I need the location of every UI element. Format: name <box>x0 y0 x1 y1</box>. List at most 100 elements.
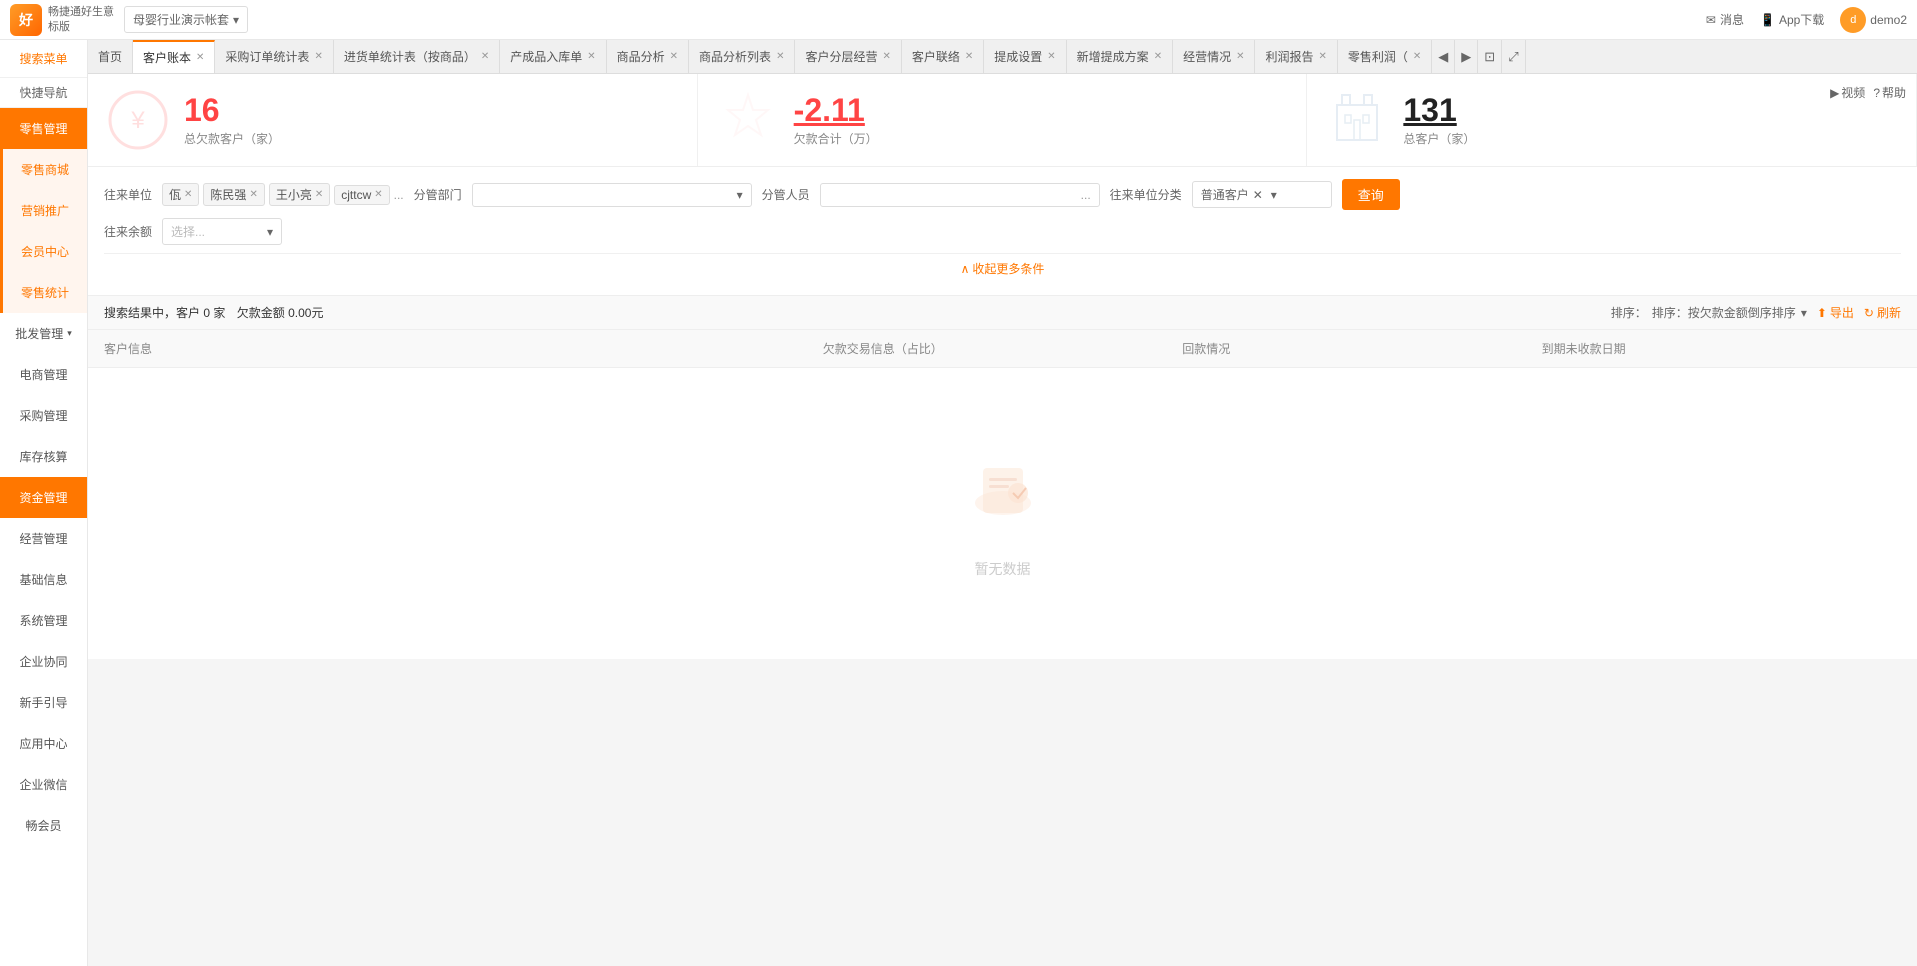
sidebar-item-app-center[interactable]: 应用中心 <box>0 723 87 764</box>
sidebar-item-inventory[interactable]: 库存核算 <box>0 436 87 477</box>
sidebar-item-marketing[interactable]: 营销推广 <box>0 190 87 231</box>
tab-production-in[interactable]: 产成品入库单 ✕ <box>500 40 606 74</box>
filter-tag-cjttcw-remove[interactable]: ✕ <box>374 189 382 200</box>
tab-restore[interactable]: ⊡ <box>1478 40 1502 74</box>
sidebar-item-new-guide[interactable]: 新手引导 <box>0 682 87 723</box>
export-btn[interactable]: ⬆ 导出 <box>1817 304 1854 321</box>
sort-btn[interactable]: 排序： 排序：按欠款金额倒序排序 ▾ <box>1611 304 1807 321</box>
sidebar-search[interactable]: 搜索菜单 <box>0 40 87 78</box>
sidebar-item-enterprise-coop[interactable]: 企业协同 <box>0 641 87 682</box>
table-header: 客户信息 欠款交易信息（占比） 回款情况 到期未收款日期 <box>88 330 1917 368</box>
stat-label-total: 总客户（家） <box>1403 130 1475 147</box>
stat-number-balance[interactable]: -2.11 <box>794 94 878 126</box>
tab-close-2[interactable]: ✕ <box>481 51 489 62</box>
query-btn[interactable]: 查询 <box>1342 179 1400 210</box>
tab-close-5[interactable]: ✕ <box>776 51 784 62</box>
person-filter-label: 分管人员 <box>762 186 810 203</box>
sidebar-item-enterprise-wechat[interactable]: 企业微信 <box>0 764 87 805</box>
tab-customer-contact[interactable]: 客户联络 ✕ <box>902 40 984 74</box>
tab-goods-analysis[interactable]: 商品分析 ✕ <box>607 40 689 74</box>
dept-select[interactable]: ▾ <box>472 183 752 207</box>
filter-tag-wa[interactable]: 佤 ✕ <box>162 183 199 206</box>
stat-card-actions: ▶ 视频 ? 帮助 <box>1830 84 1906 101</box>
filter-row-2: 往来余额 选择... ▾ <box>104 218 1901 245</box>
tab-maximize[interactable]: ⤢ <box>1502 40 1525 74</box>
person-select-dots[interactable]: ... <box>1081 188 1091 202</box>
message-btn[interactable]: ✉ 消息 <box>1706 11 1744 28</box>
sidebar-item-retail-stats[interactable]: 零售统计 <box>0 272 87 313</box>
main-content: ¥ 16 总欠款客户（家） -2.11 欠款合计（万） <box>88 74 1917 966</box>
sidebar-item-ecommerce[interactable]: 电商管理 <box>0 354 87 395</box>
app-download-btn[interactable]: 📱 App下载 <box>1760 11 1824 28</box>
stat-number-total[interactable]: 131 <box>1403 94 1475 126</box>
tab-accounts[interactable]: 客户账本 ✕ <box>133 40 215 74</box>
balance-label: 往来余额 <box>104 223 152 240</box>
unit-filter-label: 往来单位 <box>104 186 152 203</box>
sidebar-item-retail[interactable]: 零售管理 <box>0 108 87 149</box>
tab-operations[interactable]: 经营情况 ✕ <box>1173 40 1255 74</box>
stat-label-balance: 欠款合计（万） <box>794 130 878 147</box>
unit-class-tag-remove[interactable]: ✕ <box>1253 188 1263 202</box>
sidebar-item-finance[interactable]: 资金管理 <box>0 477 87 518</box>
top-bar: 好 畅捷通好生意 标版 母婴行业演示帐套 ▾ ✉ 消息 📱 App下载 d de… <box>0 0 1917 40</box>
tab-nav-prev[interactable]: ◀ <box>1432 40 1455 74</box>
user-menu[interactable]: d demo2 <box>1840 7 1907 33</box>
tab-goods-analysis-list[interactable]: 商品分析列表 ✕ <box>689 40 795 74</box>
tab-purchase-order[interactable]: 采购订单统计表 ✕ <box>215 40 333 74</box>
tab-close-12[interactable]: ✕ <box>1413 51 1421 62</box>
tab-close-3[interactable]: ✕ <box>587 51 595 62</box>
filter-tag-chen[interactable]: 陈民强 ✕ <box>203 183 264 206</box>
tab-profit-report[interactable]: 利润报告 ✕ <box>1255 40 1337 74</box>
stat-number-customers[interactable]: 16 <box>184 94 280 126</box>
logo-icon: 好 <box>10 4 42 36</box>
sidebar-item-member-plus[interactable]: 畅会员 <box>0 805 87 846</box>
person-select[interactable]: ... <box>820 183 1100 207</box>
tab-close-4[interactable]: ✕ <box>670 51 678 62</box>
top-actions: ✉ 消息 📱 App下载 d demo2 <box>1706 7 1907 33</box>
tab-close-7[interactable]: ✕ <box>965 51 973 62</box>
stat-icon-building <box>1327 90 1387 150</box>
empty-state: 暂无数据 <box>88 368 1917 659</box>
tab-close-8[interactable]: ✕ <box>1047 51 1055 62</box>
sidebar-item-purchase[interactable]: 采购管理 <box>0 395 87 436</box>
filter-tag-wang[interactable]: 王小亮 ✕ <box>269 183 330 206</box>
filter-tag-wang-remove[interactable]: ✕ <box>315 189 323 200</box>
tab-promo-settings[interactable]: 提成设置 ✕ <box>984 40 1066 74</box>
stat-icon-pink <box>718 90 778 150</box>
tab-close-11[interactable]: ✕ <box>1319 51 1327 62</box>
tab-retail-profit[interactable]: 零售利润（ ✕ <box>1338 40 1432 74</box>
help-btn[interactable]: ? 帮助 <box>1873 84 1906 101</box>
tab-accounts-close[interactable]: ✕ <box>196 52 204 63</box>
tab-close-9[interactable]: ✕ <box>1154 51 1162 62</box>
filter-tag-chen-remove[interactable]: ✕ <box>249 189 257 200</box>
sidebar-quick-nav[interactable]: 快捷导航 <box>0 78 87 108</box>
account-dropdown[interactable]: 母婴行业演示帐套 ▾ <box>124 6 248 33</box>
svg-text:¥: ¥ <box>130 107 145 134</box>
tab-close-6[interactable]: ✕ <box>882 51 890 62</box>
tab-home[interactable]: 首页 <box>88 40 133 74</box>
filter-tag-wa-remove[interactable]: ✕ <box>184 189 192 200</box>
tab-close-10[interactable]: ✕ <box>1236 51 1244 62</box>
video-btn[interactable]: ▶ 视频 <box>1830 84 1865 101</box>
refresh-btn[interactable]: ↻ 刷新 <box>1864 304 1901 321</box>
sidebar-item-system[interactable]: 系统管理 <box>0 600 87 641</box>
sidebar-item-basic-info[interactable]: 基础信息 <box>0 559 87 600</box>
sidebar-item-wholesale[interactable]: 批发管理 ▾ <box>0 313 87 354</box>
sidebar-item-member[interactable]: 会员中心 <box>0 231 87 272</box>
tab-customer-tier[interactable]: 客户分层经营 ✕ <box>795 40 901 74</box>
tab-bar: 首页 客户账本 ✕ 采购订单统计表 ✕ 进货单统计表（按商品） ✕ 产成品入库单… <box>88 40 1917 74</box>
collapse-btn[interactable]: ∧ 收起更多条件 <box>104 254 1901 283</box>
filter-more-btn[interactable]: ... <box>394 188 404 202</box>
tab-nav-next[interactable]: ▶ <box>1455 40 1478 74</box>
tab-close[interactable]: ✕ <box>314 51 322 62</box>
stat-label-customers: 总欠款客户（家） <box>184 130 280 147</box>
sidebar-item-retail-mall[interactable]: 零售商城 <box>0 149 87 190</box>
filter-tag-cjttcw[interactable]: cjttcw ✕ <box>334 185 389 205</box>
tab-new-promo[interactable]: 新增提成方案 ✕ <box>1067 40 1173 74</box>
sidebar-item-operations[interactable]: 经营管理 <box>0 518 87 559</box>
balance-select[interactable]: 选择... ▾ <box>162 218 282 245</box>
tab-import-stats[interactable]: 进货单统计表（按商品） ✕ <box>334 40 500 74</box>
logo: 好 畅捷通好生意 标版 <box>10 4 114 36</box>
table-col-due-date: 到期未收款日期 <box>1542 340 1901 357</box>
unit-class-select[interactable]: 普通客户 ✕ ▾ <box>1192 181 1332 208</box>
